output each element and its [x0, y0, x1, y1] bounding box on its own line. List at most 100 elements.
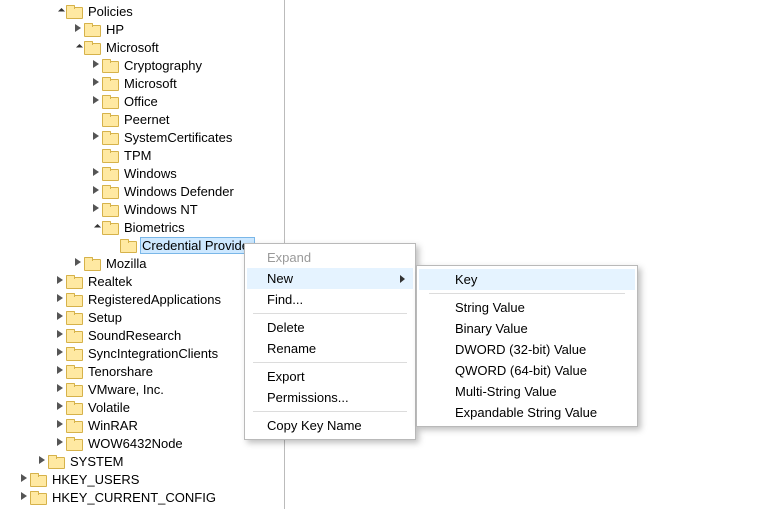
folder-icon — [102, 184, 118, 198]
chevron-down-icon[interactable] — [90, 221, 102, 233]
chevron-right-icon[interactable] — [54, 347, 66, 359]
tree-node-credprov[interactable]: Credential Provider — [0, 236, 284, 254]
folder-icon — [102, 76, 118, 90]
chevron-right-icon[interactable] — [54, 293, 66, 305]
tree-node-office[interactable]: Office — [0, 92, 284, 110]
submenu-item-string[interactable]: String Value — [419, 297, 635, 318]
chevron-right-icon[interactable] — [54, 311, 66, 323]
menu-separator — [253, 362, 407, 363]
tree-node-cryptography[interactable]: Cryptography — [0, 56, 284, 74]
chevron-down-icon[interactable] — [54, 5, 66, 17]
chevron-right-icon[interactable] — [54, 401, 66, 413]
menu-item-new[interactable]: New — [247, 268, 413, 289]
menu-item-rename[interactable]: Rename — [247, 338, 413, 359]
chevron-right-icon[interactable] — [54, 437, 66, 449]
tree-node-defender[interactable]: Windows Defender — [0, 182, 284, 200]
tree-label: HKEY_CURRENT_CONFIG — [50, 490, 218, 505]
menu-item-copy-key-name[interactable]: Copy Key Name — [247, 415, 413, 436]
tree-node-vmware[interactable]: VMware, Inc. — [0, 380, 284, 398]
submenu-item-dword[interactable]: DWORD (32-bit) Value — [419, 339, 635, 360]
menu-item-expand: Expand — [247, 247, 413, 268]
menu-label: Expandable String Value — [455, 405, 597, 420]
tree-pane: Policies HP Microsoft Cryptography Micro… — [0, 0, 285, 509]
submenu-arrow-icon — [400, 275, 405, 283]
submenu-item-key[interactable]: Key — [419, 269, 635, 290]
tree-node-hp[interactable]: HP — [0, 20, 284, 38]
tree-node-soundresearch[interactable]: SoundResearch — [0, 326, 284, 344]
tree-node-tenorshare[interactable]: Tenorshare — [0, 362, 284, 380]
submenu-item-multistring[interactable]: Multi-String Value — [419, 381, 635, 402]
chevron-right-icon[interactable] — [72, 23, 84, 35]
registry-tree[interactable]: Policies HP Microsoft Cryptography Micro… — [0, 0, 284, 506]
folder-icon — [66, 364, 82, 378]
submenu-item-binary[interactable]: Binary Value — [419, 318, 635, 339]
tree-node-microsoft[interactable]: Microsoft — [0, 38, 284, 56]
chevron-right-icon[interactable] — [54, 365, 66, 377]
chevron-right-icon[interactable] — [90, 77, 102, 89]
tree-node-systemcerts[interactable]: SystemCertificates — [0, 128, 284, 146]
chevron-right-icon[interactable] — [54, 419, 66, 431]
tree-node-winrar[interactable]: WinRAR — [0, 416, 284, 434]
folder-icon — [66, 436, 82, 450]
tree-node-system[interactable]: SYSTEM — [0, 452, 284, 470]
tree-label: SYSTEM — [68, 454, 125, 469]
menu-label: Permissions... — [267, 390, 349, 405]
tree-node-mozilla[interactable]: Mozilla — [0, 254, 284, 272]
menu-label: Export — [267, 369, 305, 384]
tree-label: SoundResearch — [86, 328, 183, 343]
tree-label: Biometrics — [122, 220, 187, 235]
menu-label: DWORD (32-bit) Value — [455, 342, 586, 357]
folder-icon — [102, 130, 118, 144]
menu-separator — [429, 293, 625, 294]
folder-icon — [30, 472, 46, 486]
menu-item-delete[interactable]: Delete — [247, 317, 413, 338]
submenu-item-expstring[interactable]: Expandable String Value — [419, 402, 635, 423]
chevron-right-icon[interactable] — [90, 95, 102, 107]
tree-node-ms-inner[interactable]: Microsoft — [0, 74, 284, 92]
folder-icon — [66, 328, 82, 342]
folder-icon — [66, 382, 82, 396]
submenu-item-qword[interactable]: QWORD (64-bit) Value — [419, 360, 635, 381]
chevron-right-icon[interactable] — [90, 167, 102, 179]
folder-icon — [66, 418, 82, 432]
chevron-right-icon[interactable] — [90, 131, 102, 143]
chevron-right-icon[interactable] — [54, 383, 66, 395]
chevron-right-icon[interactable] — [18, 473, 30, 485]
tree-node-hkey-cc[interactable]: HKEY_CURRENT_CONFIG — [0, 488, 284, 506]
tree-node-regapps[interactable]: RegisteredApplications — [0, 290, 284, 308]
chevron-right-icon[interactable] — [54, 329, 66, 341]
chevron-right-icon[interactable] — [90, 203, 102, 215]
tree-node-setup[interactable]: Setup — [0, 308, 284, 326]
folder-icon — [102, 58, 118, 72]
menu-item-permissions[interactable]: Permissions... — [247, 387, 413, 408]
tree-label: Setup — [86, 310, 124, 325]
tree-node-windows[interactable]: Windows — [0, 164, 284, 182]
tree-node-nt[interactable]: Windows NT — [0, 200, 284, 218]
chevron-right-icon[interactable] — [54, 275, 66, 287]
chevron-right-icon[interactable] — [90, 185, 102, 197]
folder-icon — [66, 310, 82, 324]
chevron-right-icon[interactable] — [18, 491, 30, 503]
chevron-right-icon[interactable] — [72, 257, 84, 269]
menu-label: Delete — [267, 320, 305, 335]
tree-node-wow64[interactable]: WOW6432Node — [0, 434, 284, 452]
tree-node-syncint[interactable]: SyncIntegrationClients — [0, 344, 284, 362]
tree-label: HKEY_USERS — [50, 472, 141, 487]
menu-item-find[interactable]: Find... — [247, 289, 413, 310]
tree-node-volatile[interactable]: Volatile — [0, 398, 284, 416]
tree-label: Mozilla — [104, 256, 148, 271]
folder-icon — [84, 22, 100, 36]
menu-item-export[interactable]: Export — [247, 366, 413, 387]
tree-node-realtek[interactable]: Realtek — [0, 272, 284, 290]
tree-node-hkey-users[interactable]: HKEY_USERS — [0, 470, 284, 488]
tree-label: SystemCertificates — [122, 130, 234, 145]
chevron-right-icon[interactable] — [36, 455, 48, 467]
menu-label: New — [267, 271, 293, 286]
tree-node-biometrics[interactable]: Biometrics — [0, 218, 284, 236]
tree-node-tpm[interactable]: TPM — [0, 146, 284, 164]
tree-node-peernet[interactable]: Peernet — [0, 110, 284, 128]
chevron-down-icon[interactable] — [72, 41, 84, 53]
tree-label: Realtek — [86, 274, 134, 289]
tree-node-policies[interactable]: Policies — [0, 2, 284, 20]
chevron-right-icon[interactable] — [90, 59, 102, 71]
